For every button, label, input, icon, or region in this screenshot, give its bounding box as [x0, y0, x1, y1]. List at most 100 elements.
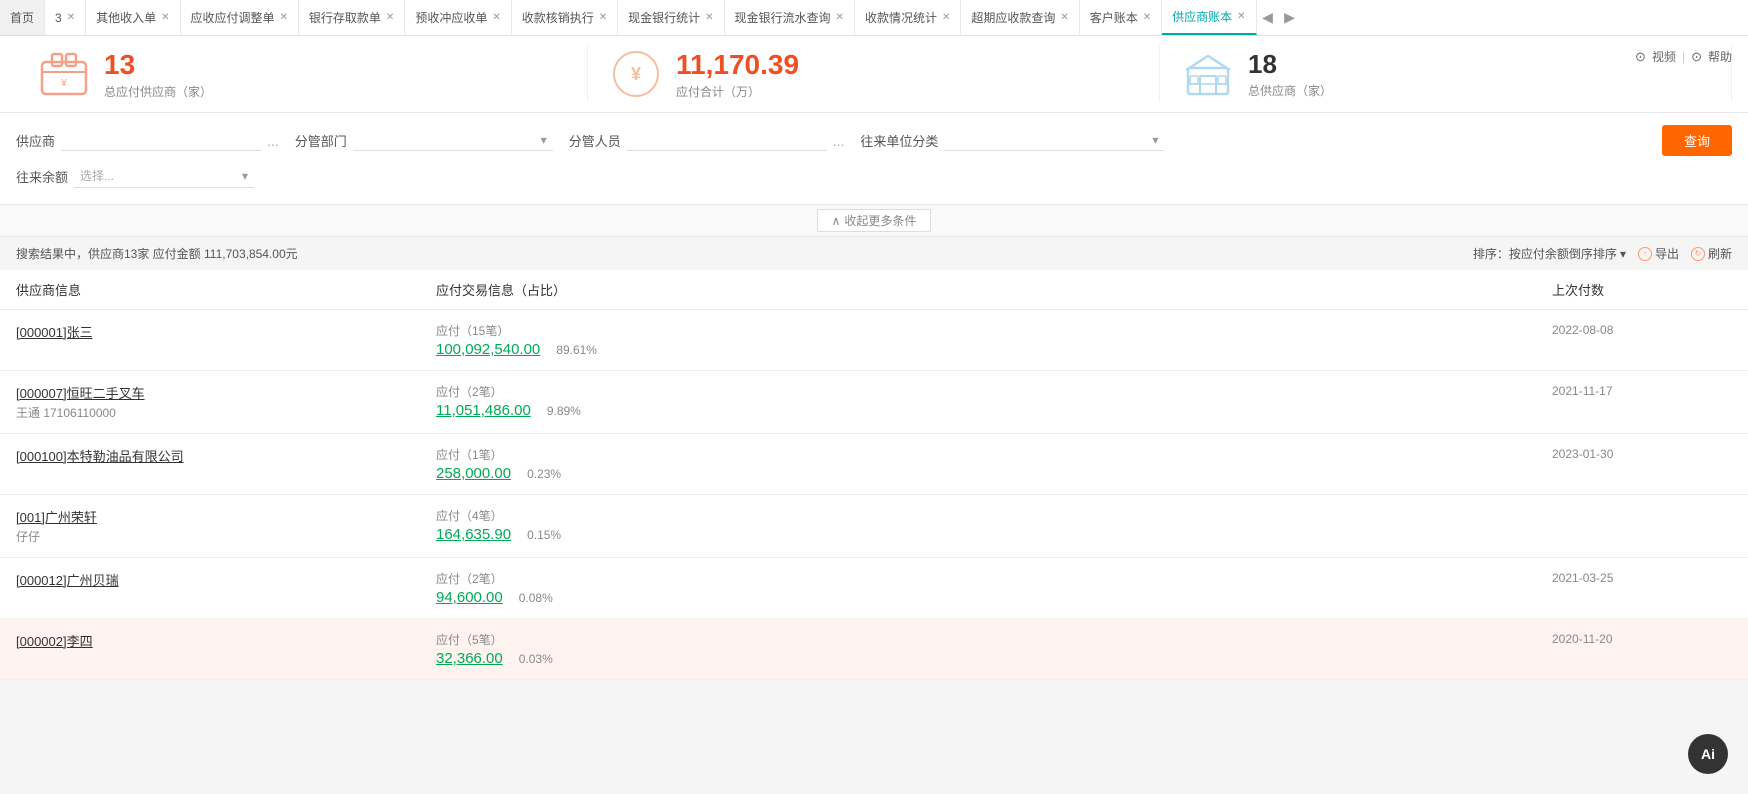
supplier-cell: [001]广州荣轩 仔仔: [16, 507, 436, 545]
table-header: 供应商信息 应付交易信息（占比） 上次付数: [0, 270, 1748, 310]
nav-tab-bank-deposit[interactable]: 银行存取款单 ✕: [299, 0, 405, 35]
sort-button[interactable]: 排序：按应付余额倒序排序 ▾: [1473, 245, 1626, 262]
person-input[interactable]: [627, 130, 827, 151]
refresh-button[interactable]: ↻ 刷新: [1691, 245, 1732, 262]
summary-text-total: 18 总供应商（家）: [1248, 49, 1332, 99]
query-button[interactable]: 查询: [1662, 125, 1732, 156]
filter-row-2: 往来余额 选择... ▾: [16, 164, 1732, 188]
filter-item-dept: 分管部门 ▾: [295, 130, 553, 151]
nav-right-arrow[interactable]: ▶: [1279, 0, 1301, 35]
nav-tab-cash-bank-stat[interactable]: 现金银行统计 ✕: [618, 0, 724, 35]
nav-tab-other-income[interactable]: 其他收入单 ✕: [86, 0, 180, 35]
col-header-last-pay: 上次付数: [1552, 280, 1732, 299]
table-row[interactable]: [000100]本特勒油品有限公司 应付（1笔） 258,000.00 0.23…: [0, 434, 1748, 495]
supplier-icon: ¥: [36, 46, 92, 102]
dept-select[interactable]: ▾: [353, 130, 553, 151]
supplier-input[interactable]: [61, 130, 261, 151]
shop-icon: [1180, 46, 1236, 102]
close-icon[interactable]: ✕: [599, 12, 607, 23]
tx-amount[interactable]: 11,051,486.00: [436, 402, 531, 419]
help-link[interactable]: 帮助: [1708, 48, 1732, 65]
close-icon[interactable]: ✕: [280, 12, 288, 23]
last-pay-cell: 2021-11-17: [1552, 383, 1732, 398]
supplier-link[interactable]: [000012]广州贝瑞: [16, 573, 119, 588]
nav-tab-ar-ap-adj[interactable]: 应收应付调整单 ✕: [181, 0, 299, 35]
nav-tab-receipt-verify-label: 收款核销执行: [522, 9, 594, 26]
nav-tab-home-label: 首页: [10, 9, 34, 26]
export-button[interactable]: ↑ 导出: [1638, 245, 1679, 262]
supplier-cell: [000100]本特勒油品有限公司: [16, 446, 436, 465]
nav-tab-prepay-ar-label: 预收冲应收单: [415, 9, 487, 26]
nav-tab-supplier-ledger[interactable]: 供应商账本 ✕: [1162, 0, 1256, 35]
tx-amount[interactable]: 94,600.00: [436, 589, 503, 606]
close-icon[interactable]: ✕: [1143, 12, 1151, 23]
help-circle-icon: ⊙: [1691, 49, 1702, 65]
supplier-link[interactable]: [001]广州荣轩: [16, 510, 97, 525]
collapse-button[interactable]: ∧ 收起更多条件: [817, 209, 932, 232]
last-pay-date: 2021-11-17: [1552, 384, 1613, 398]
table-row[interactable]: [000007]恒旺二手叉车 王通 17106110000 应付（2笔） 11,…: [0, 371, 1748, 434]
table-row[interactable]: [000001]张三 应付（15笔） 100,092,540.00 89.61%…: [0, 310, 1748, 371]
last-pay-date: 2022-08-08: [1552, 323, 1613, 337]
ai-badge[interactable]: Ai: [1688, 734, 1728, 774]
category-select[interactable]: ▾: [944, 130, 1164, 151]
collapse-up-icon: ∧: [832, 214, 841, 228]
tx-percent: 0.23%: [527, 467, 561, 481]
table-row[interactable]: [001]广州荣轩 仔仔 应付（4笔） 164,635.90 0.15%: [0, 495, 1748, 558]
last-pay-cell: 2021-03-25: [1552, 570, 1732, 585]
category-filter-label: 往来单位分类: [860, 131, 938, 150]
supplier-dots[interactable]: ...: [267, 133, 279, 149]
table-row[interactable]: [000002]李四 应付（5笔） 32,366.00 0.03% 2020-1…: [0, 619, 1748, 680]
nav-tab-receipt-stat[interactable]: 收款情况统计 ✕: [855, 0, 961, 35]
refresh-icon: ↻: [1691, 247, 1705, 261]
summary-card-suppliers: ¥ 13 总应付供应商（家）: [16, 46, 588, 102]
summary-text-suppliers: 13 总应付供应商（家）: [104, 48, 212, 101]
person-dots[interactable]: ...: [833, 133, 845, 149]
tx-percent: 0.08%: [519, 591, 553, 605]
tx-amount[interactable]: 258,000.00: [436, 465, 511, 482]
last-pay-date: 2023-01-30: [1552, 447, 1613, 461]
total-supplier-label: 总供应商（家）: [1248, 82, 1332, 99]
filter-item-category: 往来单位分类 ▾: [860, 130, 1164, 151]
tx-amount[interactable]: 32,366.00: [436, 650, 503, 667]
transaction-cell: 应付（5笔） 32,366.00 0.03%: [436, 631, 1552, 667]
close-icon[interactable]: ✕: [67, 12, 75, 23]
nav-tab-cash-bank-flow[interactable]: 现金银行流水查询 ✕: [725, 0, 855, 35]
close-icon[interactable]: ✕: [492, 12, 500, 23]
nav-tab-receipt-verify[interactable]: 收款核销执行 ✕: [512, 0, 618, 35]
close-icon[interactable]: ✕: [1237, 11, 1245, 22]
tx-amount[interactable]: 164,635.90: [436, 526, 511, 543]
nav-tab-overdue-ar[interactable]: 超期应收款查询 ✕: [961, 0, 1079, 35]
nav-left-arrow[interactable]: ◀: [1257, 0, 1279, 35]
supplier-sub: 仔仔: [16, 528, 436, 545]
chevron-down-icon: ▾: [242, 169, 248, 183]
close-icon[interactable]: ✕: [161, 12, 169, 23]
person-filter-label: 分管人员: [569, 131, 621, 150]
nav-tab-supplier-ledger-label: 供应商账本: [1172, 8, 1232, 25]
supplier-link[interactable]: [000002]李四: [16, 634, 93, 649]
supplier-link[interactable]: [000100]本特勒油品有限公司: [16, 449, 184, 464]
tx-row: 应付（15笔）: [436, 322, 1552, 339]
summary-text-amount: 11,170.39 应付合计（万）: [676, 48, 799, 101]
supplier-link[interactable]: [000001]张三: [16, 325, 93, 340]
tx-row: 应付（4笔）: [436, 507, 1552, 524]
close-icon[interactable]: ✕: [705, 12, 713, 23]
tx-row: 应付（2笔）: [436, 570, 1552, 587]
close-icon[interactable]: ✕: [1060, 12, 1068, 23]
close-icon[interactable]: ✕: [386, 12, 394, 23]
tx-row: 应付（1笔）: [436, 446, 1552, 463]
nav-tab-customer-ledger[interactable]: 客户账本 ✕: [1080, 0, 1162, 35]
close-icon[interactable]: ✕: [942, 12, 950, 23]
col-header-supplier: 供应商信息: [16, 280, 436, 299]
nav-tab-3[interactable]: 3 ✕: [45, 0, 86, 35]
table-row[interactable]: [000012]广州贝瑞 应付（2笔） 94,600.00 0.08% 2021…: [0, 558, 1748, 619]
tx-amount[interactable]: 100,092,540.00: [436, 341, 540, 358]
nav-tab-home[interactable]: 首页: [0, 0, 45, 35]
supplier-link[interactable]: [000007]恒旺二手叉车: [16, 386, 145, 401]
video-link[interactable]: 视频: [1652, 48, 1676, 65]
balance-select[interactable]: 选择... ▾: [74, 164, 254, 188]
close-icon[interactable]: ✕: [836, 12, 844, 23]
chevron-down-icon: ▾: [1620, 247, 1626, 261]
supplier-sub: 王通 17106110000: [16, 404, 436, 421]
nav-tab-prepay-ar[interactable]: 预收冲应收单 ✕: [405, 0, 511, 35]
